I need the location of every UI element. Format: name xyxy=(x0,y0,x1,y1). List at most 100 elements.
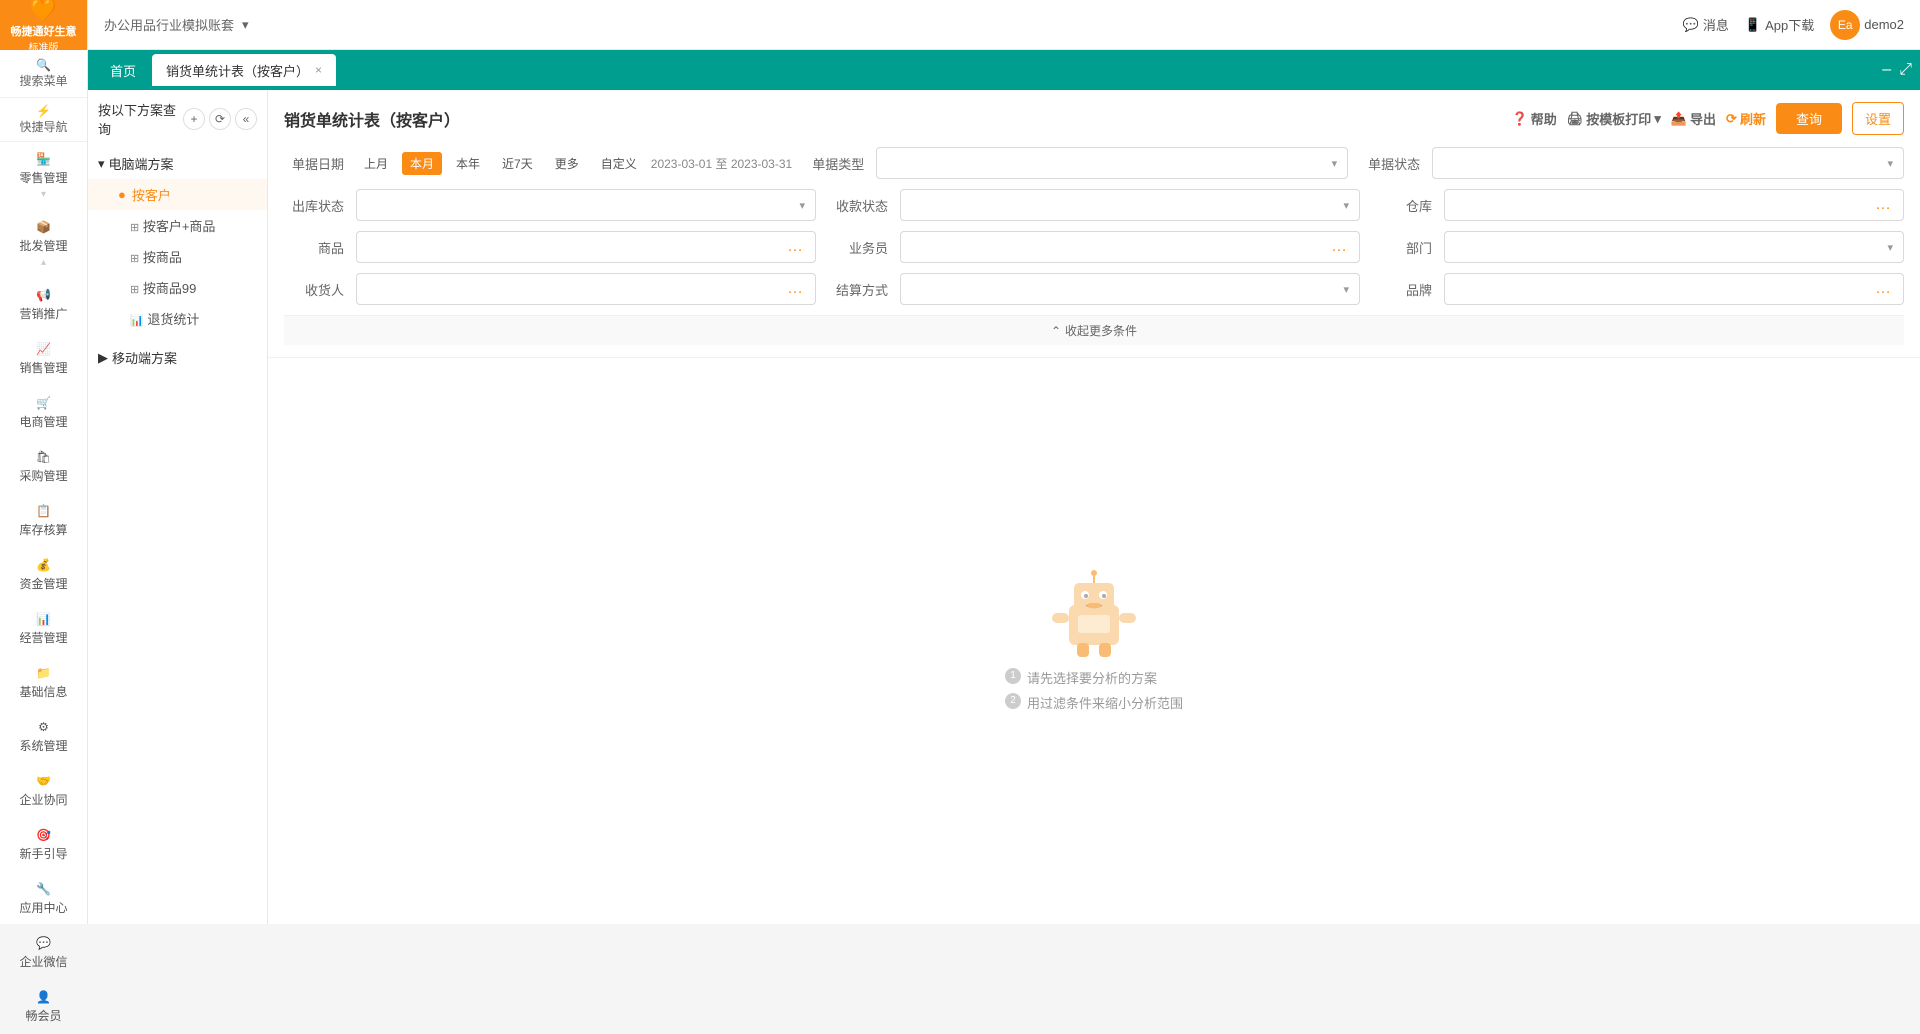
salesperson-select[interactable]: … xyxy=(900,231,1360,263)
date-btn-lastmonth[interactable]: 上月 xyxy=(356,152,396,175)
marketing-label: 营销推广 xyxy=(19,305,67,322)
order-status-select[interactable]: ▾ xyxy=(1432,147,1904,179)
receiver-label: 收货人 xyxy=(284,280,344,299)
collapse-bar[interactable]: ⌃ 收起更多条件 xyxy=(284,315,1904,345)
collapse-panel-button[interactable]: « xyxy=(235,108,257,130)
print-icon: 🖨 xyxy=(1567,111,1584,127)
brand-label: 品牌 xyxy=(1372,280,1432,299)
app-download-button[interactable]: 📱 App下载 xyxy=(1745,15,1814,34)
settlement-select[interactable]: ▾ xyxy=(900,273,1360,305)
sidebar-item-management[interactable]: 📊 经营管理 xyxy=(0,602,87,656)
sidebar-item-wechat[interactable]: 💬 企业微信 xyxy=(0,926,87,980)
desktop-group-header[interactable]: ▾ 电脑端方案 xyxy=(88,148,267,179)
sidebar-item-search[interactable]: 🔍 搜索菜单 xyxy=(0,50,87,98)
sidebar-item-marketing[interactable]: 📢 营销推广 xyxy=(0,278,87,332)
tab-home[interactable]: 首页 xyxy=(96,54,150,86)
tab-minimize-button[interactable]: – xyxy=(1882,61,1891,79)
main-area: 办公用品行业模拟账套 ▾ 💬 消息 📱 App下载 Ea demo2 xyxy=(88,0,1920,924)
date-btn-custom[interactable]: 自定义 xyxy=(593,152,645,175)
salesperson-label: 业务员 xyxy=(828,238,888,257)
date-btn-thisyear[interactable]: 本年 xyxy=(448,152,488,175)
receiver-dots: … xyxy=(787,280,805,298)
payment-select[interactable]: ▾ xyxy=(900,189,1360,221)
sidebar-item-purchase[interactable]: 🛍 采购管理 xyxy=(0,440,87,494)
inventory-label: 库存核算 xyxy=(19,521,67,538)
scheme-sub-label4: 退货统计 xyxy=(147,312,199,327)
settlement-label: 结算方式 xyxy=(828,280,888,299)
print-button[interactable]: 🖨 按模板打印 ▾ xyxy=(1567,109,1661,128)
logo-icon: 🧡 xyxy=(30,0,57,23)
page-title-row: 销货单统计表（按客户） ❓ 帮助 🖨 按模板打印 ▾ 📤 xyxy=(284,102,1904,135)
scheme-item-customer-goods[interactable]: ⊞ 按客户+商品 xyxy=(88,210,267,241)
message-button[interactable]: 💬 消息 xyxy=(1683,15,1729,34)
scheme-item-goods99[interactable]: ⊞ 按商品99 xyxy=(88,272,267,303)
mobile-group-header[interactable]: ▶ 移动端方案 xyxy=(88,342,267,373)
salesperson-dots: … xyxy=(1331,238,1349,256)
empty-tips: 1 请先选择要分析的方案 2 用过滤条件来缩小分析范围 xyxy=(1005,668,1183,712)
sidebar-item-wholesale[interactable]: 📦 批发管理 ▴ xyxy=(0,210,87,278)
tab-bar-right: – ⤢ xyxy=(1882,61,1912,79)
order-status-label: 单据状态 xyxy=(1360,154,1420,173)
refresh-button[interactable]: ⟳ 刷新 xyxy=(1726,109,1766,128)
payment-label: 收款状态 xyxy=(828,196,888,215)
order-type-select[interactable]: ▾ xyxy=(876,147,1348,179)
tab-close-button[interactable]: × xyxy=(315,63,322,77)
industry-dropdown[interactable]: ▾ xyxy=(242,17,249,33)
scheme-sub-icon2: ⊞ xyxy=(130,253,139,265)
tab-active[interactable]: 销货单统计表（按客户） × xyxy=(152,54,336,86)
scheme-item-returns[interactable]: 📊 退货统计 xyxy=(88,303,267,334)
right-panel: 销货单统计表（按客户） ❓ 帮助 🖨 按模板打印 ▾ 📤 xyxy=(268,90,1920,924)
tab-maximize-button[interactable]: ⤢ xyxy=(1899,61,1912,79)
export-label: 导出 xyxy=(1690,109,1716,128)
scheme-sub-label1: 按客户+商品 xyxy=(143,219,216,234)
sidebar-item-collab[interactable]: 🤝 企业协同 xyxy=(0,764,87,818)
app-logo[interactable]: 🧡 畅捷通好生意 标准版 xyxy=(0,0,87,50)
storage-select[interactable]: ▾ xyxy=(356,189,816,221)
scheme-active-icon: ● xyxy=(118,187,126,202)
date-btn-thismonth[interactable]: 本月 xyxy=(402,152,442,175)
active-tab-label: 销货单统计表（按客户） xyxy=(166,61,309,80)
appcenter-icon: 🔧 xyxy=(36,882,51,896)
sidebar-item-system[interactable]: ⚙ 系统管理 xyxy=(0,710,87,764)
department-label: 部门 xyxy=(1372,238,1432,257)
avatar: Ea xyxy=(1830,10,1860,40)
sidebar-item-quicknav[interactable]: ⚡ 快捷导航 xyxy=(0,98,87,142)
management-icon: 📊 xyxy=(36,612,51,626)
sidebar-item-member[interactable]: 👤 畅会员 xyxy=(0,980,87,1034)
query-button[interactable]: 查询 xyxy=(1776,103,1842,134)
warehouse-select[interactable]: … xyxy=(1444,189,1904,221)
sidebar-item-guide[interactable]: 🎯 新手引导 xyxy=(0,818,87,872)
inventory-icon: 📋 xyxy=(36,504,51,518)
help-button[interactable]: ❓ 帮助 xyxy=(1512,109,1557,128)
guide-label: 新手引导 xyxy=(19,845,67,862)
sidebar-item-basicinfo[interactable]: 📁 基础信息 xyxy=(0,656,87,710)
sidebar-item-sales[interactable]: 📈 销售管理 xyxy=(0,332,87,386)
user-profile[interactable]: Ea demo2 xyxy=(1830,10,1904,40)
sidebar-item-ecommerce[interactable]: 🛒 电商管理 xyxy=(0,386,87,440)
scheme-item-goods[interactable]: ⊞ 按商品 xyxy=(88,241,267,272)
filter-row-3: 商品 … 业务员 … 部门 ▾ xyxy=(284,231,1904,263)
settings-button[interactable]: 设置 xyxy=(1852,102,1904,135)
goods-select[interactable]: … xyxy=(356,231,816,263)
guide-icon: 🎯 xyxy=(36,828,51,842)
tip-text-1: 请先选择要分析的方案 xyxy=(1027,668,1157,687)
date-btn-more[interactable]: 更多 xyxy=(547,152,587,175)
sidebar-item-retail[interactable]: 🏪 零售管理 ▾ xyxy=(0,142,87,210)
basicinfo-icon: 📁 xyxy=(36,666,51,680)
avatar-text: Ea xyxy=(1838,18,1853,32)
add-scheme-button[interactable]: + xyxy=(183,108,205,130)
sidebar-item-finance[interactable]: 💰 资金管理 xyxy=(0,548,87,602)
department-select[interactable]: ▾ xyxy=(1444,231,1904,263)
brand-select[interactable]: … xyxy=(1444,273,1904,305)
print-label: 按模板打印 xyxy=(1586,109,1651,128)
receiver-select[interactable]: … xyxy=(356,273,816,305)
sidebar-item-appcenter[interactable]: 🔧 应用中心 xyxy=(0,872,87,926)
app-download-label: App下载 xyxy=(1765,15,1814,34)
date-btn-7days[interactable]: 近7天 xyxy=(494,152,541,175)
refresh-scheme-button[interactable]: ⟳ xyxy=(209,108,231,130)
date-button-group: 上月 本月 本年 近7天 更多 自定义 2023-03-01 至 2023-03… xyxy=(356,152,792,175)
export-button[interactable]: 📤 导出 xyxy=(1671,109,1716,128)
sidebar-item-inventory[interactable]: 📋 库存核算 xyxy=(0,494,87,548)
scheme-item-customer[interactable]: ● 按客户 xyxy=(88,179,267,210)
purchase-label: 采购管理 xyxy=(19,467,67,484)
